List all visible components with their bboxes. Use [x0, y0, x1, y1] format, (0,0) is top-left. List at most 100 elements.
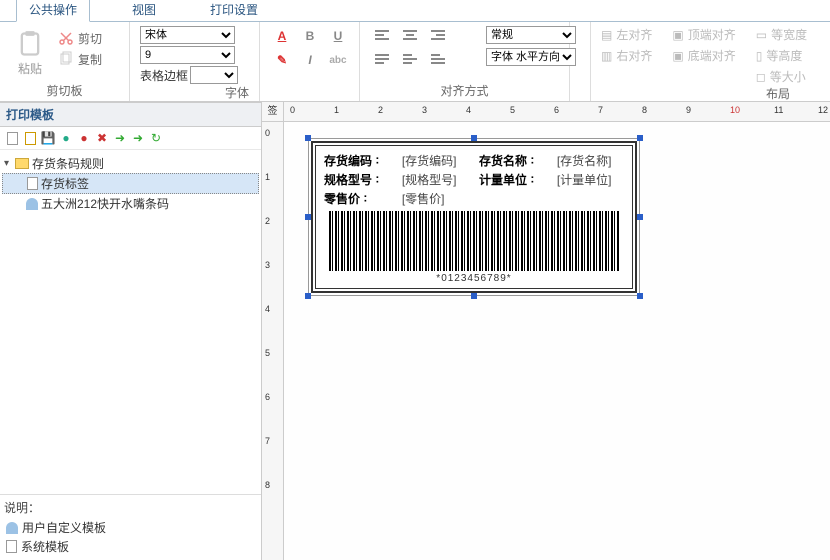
tab-print-settings[interactable]: 打印设置 — [198, 0, 270, 21]
sidebar-title: 打印模板 — [0, 102, 261, 127]
tab-public-ops[interactable]: 公共操作 — [16, 0, 90, 22]
scissors-icon — [58, 30, 74, 46]
layout-align-right[interactable]: ▥ 右对齐 — [601, 47, 652, 64]
legend-system: 系统模板 — [4, 537, 257, 556]
tb-new-2[interactable] — [22, 130, 38, 146]
field-label-price: 零售价 : — [324, 190, 392, 207]
tab-view[interactable]: 视图 — [120, 0, 168, 21]
font-group-label: 字体 — [140, 84, 249, 103]
legend-user: 用户自定义模板 — [4, 518, 257, 537]
ruler-horizontal: 0123456789101112 — [284, 102, 830, 122]
ribbon: 粘贴 剪切 复制 剪切板 宋体 9 表格边框 字体 — [0, 22, 830, 102]
clipboard-icon — [16, 30, 44, 58]
selection-handle-se[interactable] — [637, 293, 643, 299]
field-label-name: 存货名称 : — [479, 152, 547, 169]
layout-equal-size[interactable]: ◻ 等大小 — [756, 68, 807, 85]
design-canvas[interactable]: 存货编码 : [存货编码] 存货名称 : [存货名称] 规格型号 : [规格型号… — [284, 122, 830, 560]
align-right-button[interactable] — [426, 26, 450, 46]
tb-refresh[interactable]: ↻ — [148, 130, 164, 146]
text-direction-select[interactable]: 字体 水平方向 — [486, 48, 576, 66]
tree-item-inventory-label[interactable]: 存货标签 — [2, 173, 259, 194]
canvas-area: 签 0123456789101112 012345678 存货编码 : [存货编… — [262, 102, 830, 560]
legend: 说明： 用户自定义模板 系统模板 — [0, 494, 261, 560]
barcode-text: *0123456789* — [324, 273, 624, 284]
tree-root-label: 存货条码规则 — [32, 155, 104, 172]
selection-handle-ne[interactable] — [637, 135, 643, 141]
layout-equal-height[interactable]: ▯ 等高度 — [756, 47, 807, 64]
selection-handle-n[interactable] — [471, 135, 477, 141]
font-color-button[interactable]: A — [270, 26, 294, 46]
group-align: 常规 字体 水平方向 对齐方式 — [360, 22, 570, 101]
field-label-code: 存货编码 : — [324, 152, 392, 169]
legend-user-label: 用户自定义模板 — [22, 519, 106, 536]
group-font: 宋体 9 表格边框 字体 — [130, 22, 260, 101]
layout-align-bottom[interactable]: ▣ 底端对齐 — [672, 47, 735, 64]
group-spacer — [570, 22, 591, 101]
tb-save[interactable]: 💾 — [40, 130, 56, 146]
template-tree: ▾ 存货条码规则 存货标签 五大洲212快开水嘴条码 — [0, 150, 261, 494]
tree-item-wudazhou[interactable]: 五大洲212快开水嘴条码 — [2, 194, 259, 213]
user-icon — [26, 198, 38, 210]
align-left-button[interactable] — [370, 26, 394, 46]
valign-bot-button[interactable] — [426, 50, 450, 70]
ruler-corner: 签 — [262, 102, 284, 122]
barcode-graphic — [329, 211, 619, 271]
legend-title: 说明： — [4, 499, 257, 516]
underline-button[interactable]: U — [326, 26, 350, 46]
copy-button[interactable]: 复制 — [58, 50, 102, 68]
tb-new[interactable] — [4, 130, 20, 146]
align-mode-select[interactable]: 常规 — [486, 26, 576, 44]
border-select[interactable] — [190, 66, 238, 84]
field-value-unit: [计量单位] — [557, 171, 624, 188]
field-value-code: [存货编码] — [402, 152, 469, 169]
legend-system-label: 系统模板 — [21, 538, 69, 555]
expand-icon: ▾ — [4, 158, 12, 169]
page-icon — [27, 177, 38, 190]
group-text-format: A B U ✎ I abc — [260, 22, 360, 101]
field-value-price: [零售价] — [402, 190, 469, 207]
tb-export[interactable]: ➜ — [130, 130, 146, 146]
selection-handle-w[interactable] — [305, 214, 311, 220]
copy-icon — [58, 51, 74, 67]
cut-label: 剪切 — [78, 30, 102, 47]
field-label-spec: 规格型号 : — [324, 171, 392, 188]
user-icon — [6, 522, 18, 534]
clipboard-group-label: 剪切板 — [10, 82, 119, 101]
copy-label: 复制 — [78, 51, 102, 68]
tb-delete[interactable]: ✖ — [94, 130, 110, 146]
paste-button[interactable]: 粘贴 — [10, 26, 50, 77]
bold-button[interactable]: B — [298, 26, 322, 46]
sidebar: 打印模板 💾 ● ● ✖ ➜ ➜ ↻ ▾ 存货条码规则 存货标签 五 — [0, 102, 262, 560]
ruler-vertical: 012345678 — [262, 122, 284, 560]
valign-mid-button[interactable] — [398, 50, 422, 70]
fill-color-button[interactable]: ✎ — [270, 50, 294, 70]
selection-handle-s[interactable] — [471, 293, 477, 299]
group-layout: ▤ 左对齐 ▣ 顶端对齐 ▭ 等宽度 ▥ 右对齐 ▣ 底端对齐 ▯ 等高度 ◻ … — [591, 22, 830, 101]
font-family-select[interactable]: 宋体 — [140, 26, 235, 44]
layout-spacer2 — [672, 68, 735, 85]
sidebar-toolbar: 💾 ● ● ✖ ➜ ➜ ↻ — [0, 127, 261, 150]
align-group-label: 对齐方式 — [370, 82, 559, 101]
selection-handle-nw[interactable] — [305, 135, 311, 141]
field-value-spec: [规格型号] — [402, 171, 469, 188]
tb-add[interactable]: ● — [58, 130, 74, 146]
selection-handle-e[interactable] — [637, 214, 643, 220]
tb-remove[interactable]: ● — [76, 130, 92, 146]
tb-import[interactable]: ➜ — [112, 130, 128, 146]
layout-spacer1 — [601, 68, 652, 85]
selection-handle-sw[interactable] — [305, 293, 311, 299]
layout-align-top[interactable]: ▣ 顶端对齐 — [672, 26, 735, 43]
layout-equal-width[interactable]: ▭ 等宽度 — [756, 26, 807, 43]
font-size-select[interactable]: 9 — [140, 46, 235, 64]
layout-align-left[interactable]: ▤ 左对齐 — [601, 26, 652, 43]
page-icon — [6, 540, 17, 553]
folder-icon — [15, 158, 29, 169]
cut-button[interactable]: 剪切 — [58, 29, 102, 47]
field-label-unit: 计量单位 : — [479, 171, 547, 188]
label-card[interactable]: 存货编码 : [存货编码] 存货名称 : [存货名称] 规格型号 : [规格型号… — [308, 138, 640, 296]
valign-top-button[interactable] — [370, 50, 394, 70]
align-center-button[interactable] — [398, 26, 422, 46]
strikethrough-button[interactable]: abc — [326, 50, 350, 70]
italic-button[interactable]: I — [298, 50, 322, 70]
tree-root[interactable]: ▾ 存货条码规则 — [2, 154, 259, 173]
